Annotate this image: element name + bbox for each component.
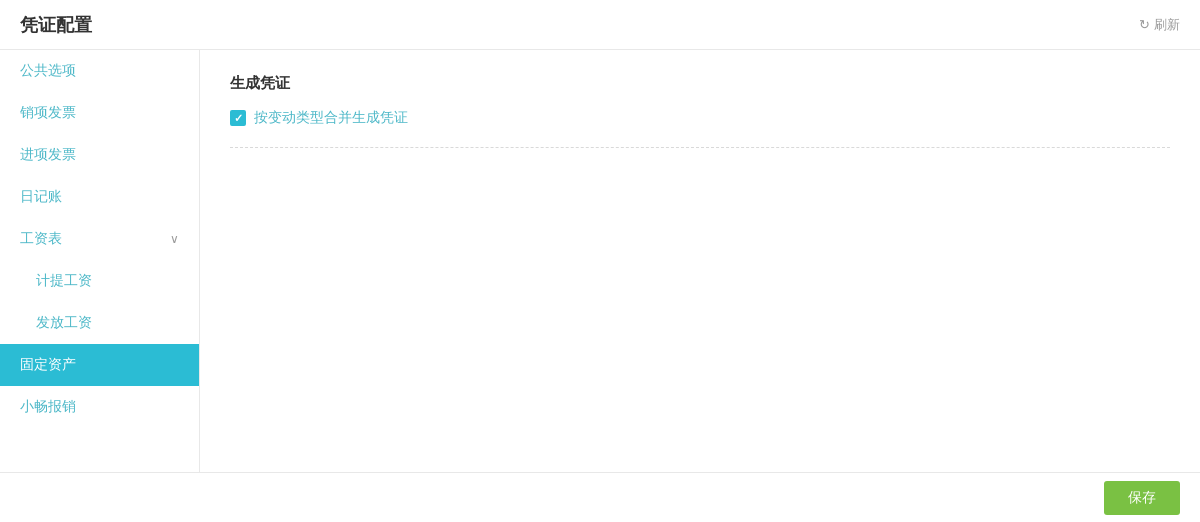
sidebar-item-fixed-assets[interactable]: 固定资产 [0,344,199,386]
sidebar-item-label-fixed-assets: 固定资产 [20,356,76,374]
sidebar-item-label-public-options: 公共选项 [20,62,76,80]
save-button[interactable]: 保存 [1104,481,1180,515]
sidebar-item-calc-payroll[interactable]: 计提工资 [0,260,199,302]
refresh-icon: ↻ [1139,17,1150,32]
chevron-down-icon: ∨ [170,232,179,246]
footer: 保存 [0,472,1200,522]
header: 凭证配置 ↻ 刷新 [0,0,1200,50]
section-divider [230,147,1170,148]
page-wrapper: 凭证配置 ↻ 刷新 公共选项销项发票进项发票日记账工资表 ∨ 计提工资发放工资固定资… [0,0,1200,522]
sidebar-item-label-purchase-invoice: 进项发票 [20,146,76,164]
sidebar-item-label-sales-invoice: 销项发票 [20,104,76,122]
content-wrapper: 公共选项销项发票进项发票日记账工资表 ∨ 计提工资发放工资固定资产小畅报销 生成凭证… [0,50,1200,472]
sidebar-item-purchase-invoice[interactable]: 进项发票 [0,134,199,176]
page-title: 凭证配置 [20,13,92,37]
sidebar-item-payroll-table[interactable]: 工资表 ∨ [0,218,199,260]
sidebar-item-journal[interactable]: 日记账 [0,176,199,218]
section-title: 生成凭证 [230,74,1170,93]
sidebar-item-label-payroll-table: 工资表 [20,230,62,248]
merge-checkbox[interactable] [230,110,246,126]
refresh-button[interactable]: ↻ 刷新 [1139,16,1180,34]
refresh-label: 刷新 [1154,16,1180,34]
checkbox-label: 按变动类型合并生成凭证 [254,109,408,127]
sidebar-item-issue-payroll[interactable]: 发放工资 [0,302,199,344]
sidebar-item-label-calc-payroll: 计提工资 [36,272,92,290]
sidebar-item-label-journal: 日记账 [20,188,62,206]
sidebar-item-public-options[interactable]: 公共选项 [0,50,199,92]
main-content: 生成凭证 按变动类型合并生成凭证 [200,50,1200,472]
sidebar-item-label-expense-claim: 小畅报销 [20,398,76,416]
sidebar: 公共选项销项发票进项发票日记账工资表 ∨ 计提工资发放工资固定资产小畅报销 [0,50,200,472]
sidebar-item-label-issue-payroll: 发放工资 [36,314,92,332]
sidebar-item-sales-invoice[interactable]: 销项发票 [0,92,199,134]
checkbox-row: 按变动类型合并生成凭证 [230,109,1170,127]
sidebar-item-expense-claim[interactable]: 小畅报销 [0,386,199,428]
